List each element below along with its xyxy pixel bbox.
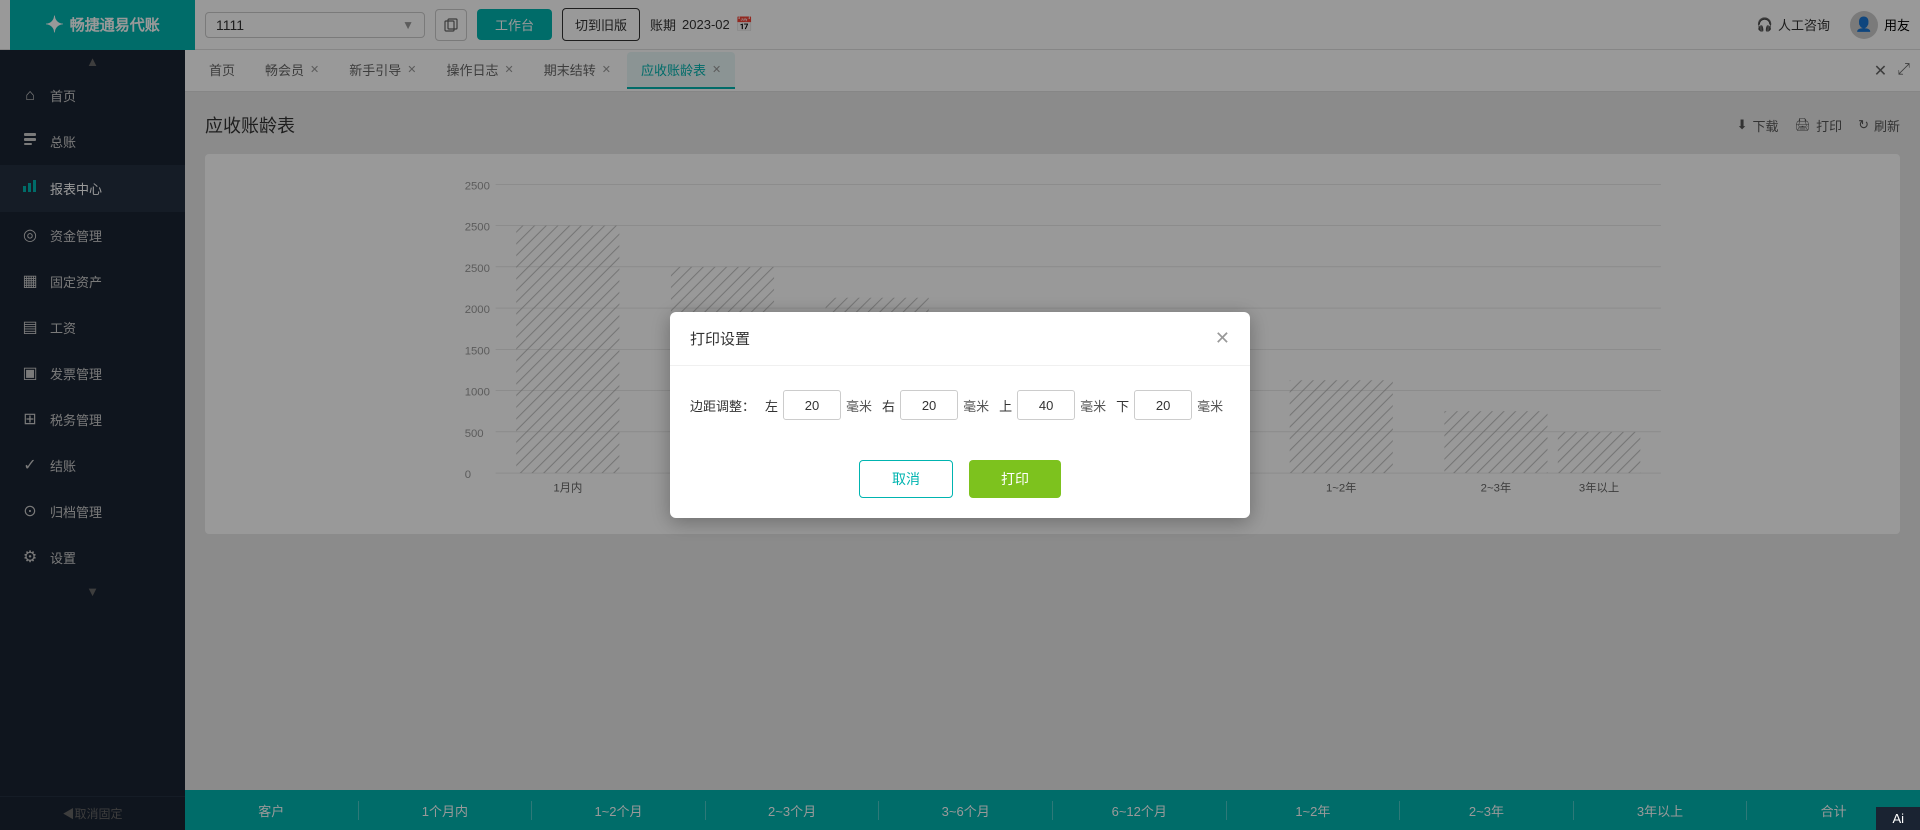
modal-overlay: 打印设置 ✕ 边距调整： 左 毫米 右 毫米 上 毫米 <box>0 0 1920 830</box>
margin-right-label: 右 <box>882 396 895 415</box>
margin-left-input[interactable] <box>783 390 841 420</box>
modal-body: 边距调整： 左 毫米 右 毫米 上 毫米 下 <box>670 366 1250 444</box>
margin-label: 边距调整： <box>690 396 755 415</box>
margin-bottom-unit: 毫米 <box>1197 396 1223 415</box>
margin-bottom-label: 下 <box>1116 396 1129 415</box>
margin-row: 边距调整： 左 毫米 右 毫米 上 毫米 下 <box>690 390 1230 420</box>
ai-badge[interactable]: Ai <box>1876 807 1920 830</box>
margin-left-label: 左 <box>765 396 778 415</box>
margin-right-group: 右 毫米 <box>882 390 989 420</box>
modal-footer: 取消 打印 <box>670 444 1250 518</box>
print-settings-modal: 打印设置 ✕ 边距调整： 左 毫米 右 毫米 上 毫米 <box>670 312 1250 518</box>
margin-top-unit: 毫米 <box>1080 396 1106 415</box>
margin-right-input[interactable] <box>900 390 958 420</box>
margin-top-input[interactable] <box>1017 390 1075 420</box>
modal-close-button[interactable]: ✕ <box>1215 328 1230 349</box>
margin-right-unit: 毫米 <box>963 396 989 415</box>
margin-top-group: 上 毫米 <box>999 390 1106 420</box>
margin-left-group: 左 毫米 <box>765 390 872 420</box>
ai-label: Ai <box>1892 811 1904 826</box>
margin-top-label: 上 <box>999 396 1012 415</box>
print-confirm-button[interactable]: 打印 <box>969 460 1061 498</box>
modal-header: 打印设置 ✕ <box>670 312 1250 366</box>
modal-title: 打印设置 <box>690 328 750 349</box>
margin-bottom-input[interactable] <box>1134 390 1192 420</box>
cancel-button[interactable]: 取消 <box>859 460 953 498</box>
margin-left-unit: 毫米 <box>846 396 872 415</box>
margin-bottom-group: 下 毫米 <box>1116 390 1223 420</box>
